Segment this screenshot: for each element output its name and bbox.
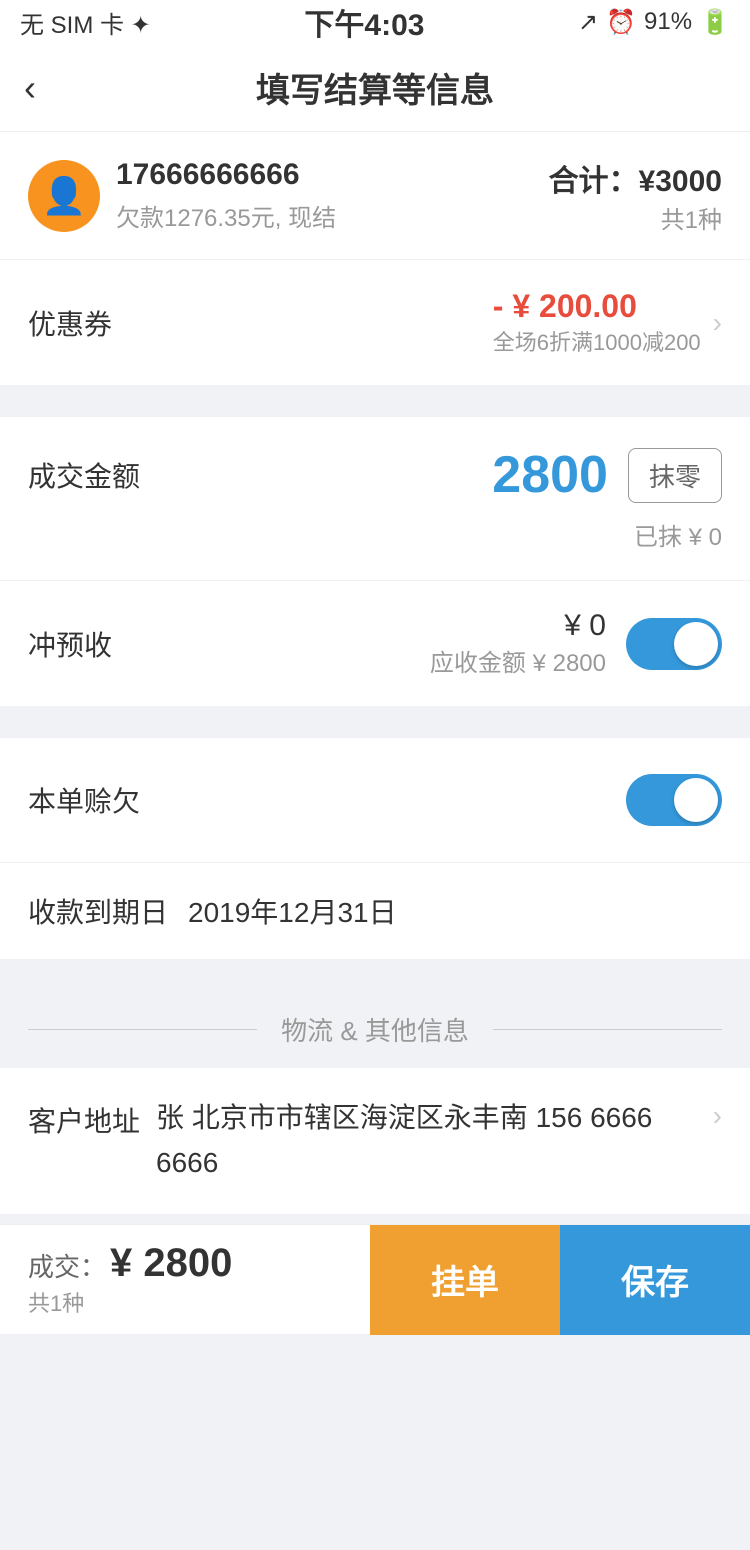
divider-line-right [493, 1029, 722, 1030]
deal-amount-label: 成交金额 [28, 455, 140, 495]
customer-phone: 17666666666 [116, 158, 336, 192]
address-chevron-icon: › [713, 1096, 722, 1132]
due-date-row: 收款到期日 2019年12月31日 [28, 891, 722, 931]
bottom-deal-label: 成交： [28, 1247, 106, 1284]
debt-toggle[interactable] [626, 774, 722, 826]
status-bar: 无 SIM 卡 ✦ 下午4:03 ↗ ⏰ 91% 🔋 [0, 0, 750, 44]
coupon-right: - ¥ 200.00 全场6折满1000减200 › [493, 288, 722, 357]
customer-info: 17666666666 欠款1276.35元, 现结 [116, 158, 336, 233]
amount-row: 成交金额 2800 抹零 [28, 445, 722, 505]
erased-text: 已抹 ¥ 0 [28, 517, 722, 552]
precharge-amount-block: ¥ 0 应收金额 ¥ 2800 [430, 609, 606, 678]
customer-left: 👤 17666666666 欠款1276.35元, 现结 [28, 158, 336, 233]
logistics-text: 物流 & 其他信息 [281, 1011, 469, 1048]
amount-section: 成交金额 2800 抹零 已抹 ¥ 0 [0, 417, 750, 580]
divider-line-left [28, 1029, 257, 1030]
address-label: 客户地址 [28, 1096, 140, 1140]
coupon-amount: - ¥ 200.00 [493, 288, 701, 325]
location-icon: ↗ [578, 8, 598, 37]
customer-right: 合计：¥3000 共1种 [549, 156, 722, 235]
battery-text: 91% [644, 8, 692, 36]
receivable-text: 应收金额 ¥ 2800 [430, 643, 606, 678]
debt-label: 本单赊欠 [28, 780, 140, 820]
alarm-icon: ⏰ [606, 8, 636, 37]
precharge-value: ¥ 0 [430, 609, 606, 643]
round-button[interactable]: 抹零 [628, 448, 722, 503]
debt-toggle-thumb [674, 778, 718, 822]
due-date-label: 收款到期日 [28, 891, 168, 931]
coupon-label: 优惠券 [28, 303, 112, 343]
customer-row: 👤 17666666666 欠款1276.35元, 现结 合计：¥3000 共1… [0, 132, 750, 259]
status-left: 无 SIM 卡 ✦ [20, 5, 151, 40]
precharge-row: 冲预收 ¥ 0 应收金额 ¥ 2800 [28, 609, 722, 678]
precharge-label: 冲预收 [28, 624, 112, 664]
avatar: 👤 [28, 160, 100, 232]
due-date-section: 收款到期日 2019年12月31日 [0, 862, 750, 959]
item-count: 共1种 [549, 200, 722, 235]
status-time: 下午4:03 [304, 0, 424, 44]
page-title: 填写结算等信息 [256, 63, 494, 112]
save-button[interactable]: 保存 [560, 1225, 750, 1335]
sim-text: 无 SIM 卡 ✦ [20, 5, 151, 40]
customer-debt-info: 欠款1276.35元, 现结 [116, 198, 336, 233]
bottom-summary: 成交： ¥ 2800 共1种 [0, 1241, 370, 1318]
due-date-value: 2019年12月31日 [188, 891, 397, 931]
content-area: 👤 17666666666 欠款1276.35元, 现结 合计：¥3000 共1… [0, 132, 750, 1550]
total-amount: 合计：¥3000 [549, 156, 722, 200]
coupon-row[interactable]: 优惠券 - ¥ 200.00 全场6折满1000减200 › [0, 259, 750, 385]
coupon-desc: 全场6折满1000减200 [493, 325, 701, 357]
section-gap-3 [0, 975, 750, 991]
coupon-chevron-icon: › [713, 307, 722, 339]
toggle-thumb [674, 622, 718, 666]
bottom-bar: 成交： ¥ 2800 共1种 挂单 保存 [0, 1224, 750, 1334]
debt-section: 本单赊欠 [0, 738, 750, 862]
address-section[interactable]: 客户地址 张 北京市市辖区海淀区永丰南 156 6666 6666 › [0, 1068, 750, 1214]
bottom-amount: ¥ 2800 [110, 1241, 232, 1286]
battery-icon: 🔋 [700, 8, 730, 37]
amount-right: 2800 抹零 [492, 445, 722, 505]
pending-button[interactable]: 挂单 [370, 1225, 560, 1335]
precharge-section: 冲预收 ¥ 0 应收金额 ¥ 2800 [0, 580, 750, 706]
section-gap-1 [0, 401, 750, 417]
address-value: 张 北京市市辖区海淀区永丰南 156 6666 6666 [156, 1096, 697, 1186]
back-button[interactable]: ‹ [24, 67, 36, 109]
logistics-divider: 物流 & 其他信息 [0, 991, 750, 1068]
avatar-icon: 👤 [42, 175, 87, 217]
bottom-item-count: 共1种 [28, 1286, 342, 1318]
nav-bar: ‹ 填写结算等信息 [0, 44, 750, 132]
section-gap-2 [0, 722, 750, 738]
deal-amount-value: 2800 [492, 445, 608, 505]
status-right: ↗ ⏰ 91% 🔋 [578, 8, 730, 37]
customer-card: 👤 17666666666 欠款1276.35元, 现结 合计：¥3000 共1… [0, 132, 750, 385]
precharge-toggle[interactable] [626, 618, 722, 670]
precharge-right: ¥ 0 应收金额 ¥ 2800 [430, 609, 722, 678]
